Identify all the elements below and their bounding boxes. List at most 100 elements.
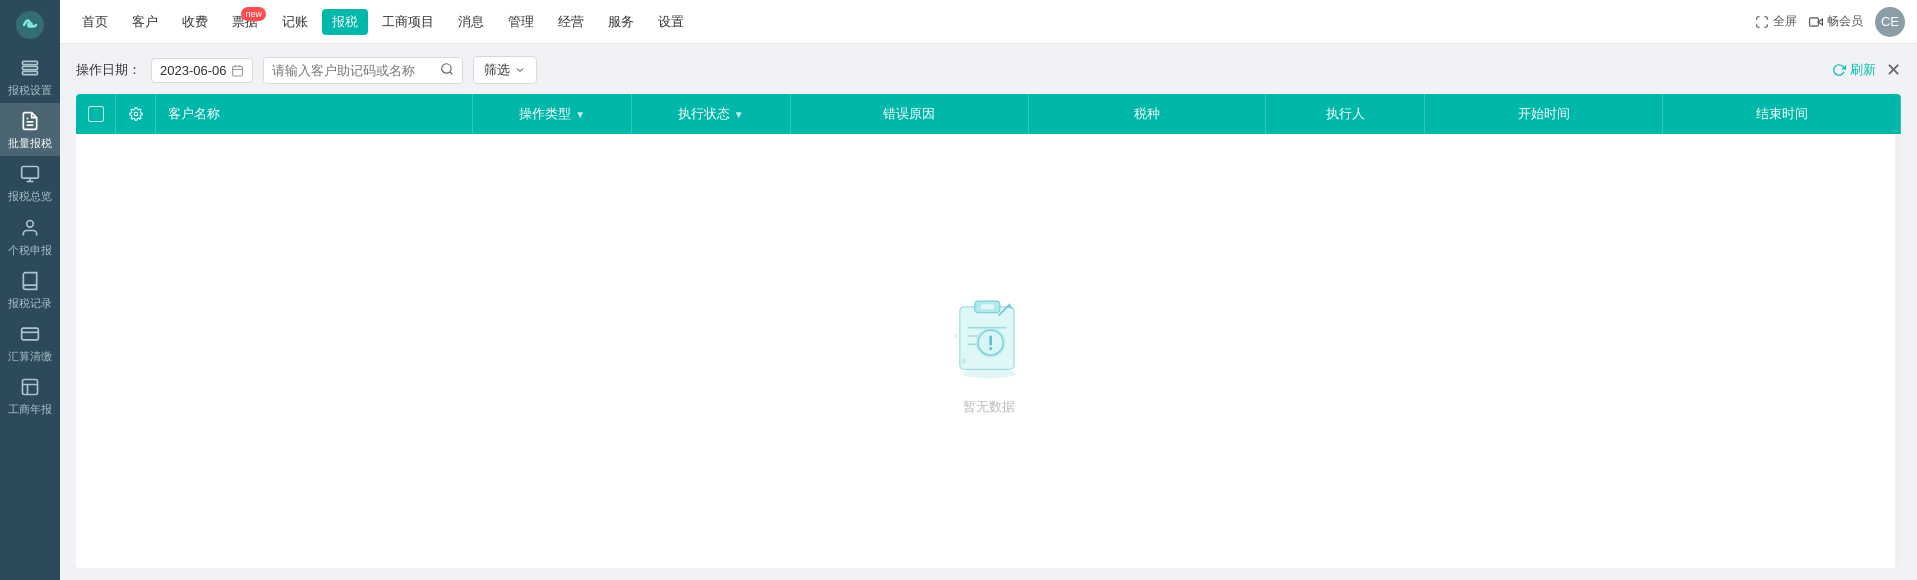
nav-guanli[interactable]: 管理: [498, 9, 544, 35]
sidebar-item-label: 个税申报: [8, 244, 52, 257]
annual-settle-icon: [20, 324, 40, 347]
search-input[interactable]: [264, 59, 432, 82]
fullscreen-icon: [1755, 15, 1769, 29]
th-settings: [116, 94, 156, 134]
date-label: 操作日期：: [76, 61, 141, 79]
svg-rect-11: [22, 328, 39, 340]
svg-rect-3: [23, 66, 38, 69]
empty-state: 暂无数据: [919, 266, 1059, 436]
sidebar-item-label: 汇算清缴: [8, 350, 52, 363]
sidebar-item-gongshang-nianbao[interactable]: 工商年报: [0, 369, 60, 422]
member-label: 畅会员: [1827, 13, 1863, 30]
nav-home[interactable]: 首页: [72, 9, 118, 35]
th-customer: 客户名称: [156, 94, 473, 134]
svg-rect-13: [23, 380, 38, 395]
record-icon: [20, 271, 40, 294]
sidebar-item-baoshui-zonlan[interactable]: 报税总览: [0, 156, 60, 209]
th-exec-status: 执行状态 ▼: [632, 94, 791, 134]
fullscreen-btn[interactable]: 全屏: [1755, 13, 1797, 30]
toolbar: 操作日期： 2023-06-06 筛选: [76, 56, 1901, 84]
search-box: [263, 57, 463, 84]
nav-xiaoxi[interactable]: 消息: [448, 9, 494, 35]
svg-rect-15: [1810, 17, 1819, 25]
nav-piaoju[interactable]: 票据 new: [222, 9, 268, 35]
batch-tax-icon: [20, 111, 40, 134]
nav-items: 首页 客户 收费 票据 new 记账 报税 工商项目 消息 管理 经营 服务 设…: [72, 9, 1755, 35]
overview-icon: [20, 164, 40, 187]
search-icon: [440, 62, 454, 76]
main-area: 首页 客户 收费 票据 new 记账 报税 工商项目 消息 管理 经营 服务 设…: [60, 0, 1917, 580]
nav-shezhi[interactable]: 设置: [648, 9, 694, 35]
sidebar-item-label: 工商年报: [8, 403, 52, 416]
refresh-button[interactable]: 刷新: [1832, 61, 1876, 79]
settings-icon: [20, 58, 40, 81]
sidebar-item-label: 报税设置: [8, 84, 52, 97]
close-button[interactable]: ✕: [1886, 61, 1901, 79]
nav-baoshui[interactable]: 报税: [322, 9, 368, 35]
date-picker[interactable]: 2023-06-06: [151, 58, 253, 83]
avatar[interactable]: CE: [1875, 7, 1905, 37]
person-tax-icon: [20, 218, 40, 241]
app-logo: [0, 0, 60, 50]
th-tax-type: 税种: [1029, 94, 1267, 134]
nav-shoufei[interactable]: 收费: [172, 9, 218, 35]
table-body: 暂无数据: [76, 134, 1901, 568]
topnav-right: 全屏 畅会员 CE: [1755, 7, 1905, 37]
th-error-reason: 错误原因: [791, 94, 1029, 134]
filter-button[interactable]: 筛选: [473, 56, 537, 84]
svg-rect-4: [23, 71, 38, 74]
refresh-label: 刷新: [1850, 61, 1876, 79]
sidebar-item-label: 报税记录: [8, 297, 52, 310]
svg-point-36: [961, 359, 966, 364]
sort-icon: ▼: [734, 109, 744, 120]
nav-fuwu[interactable]: 服务: [598, 9, 644, 35]
annual-report-icon: [20, 377, 40, 400]
column-settings-icon[interactable]: [129, 107, 143, 121]
top-nav: 首页 客户 收费 票据 new 记账 报税 工商项目 消息 管理 经营 服务 设…: [60, 0, 1917, 44]
svg-point-1: [27, 22, 33, 28]
th-op-type: 操作类型 ▼: [473, 94, 632, 134]
svg-marker-14: [1818, 19, 1822, 25]
sidebar-item-baoshui-jilu[interactable]: 报税记录: [0, 263, 60, 316]
svg-rect-26: [980, 304, 993, 309]
svg-point-33: [989, 347, 992, 350]
svg-point-22: [134, 112, 138, 116]
svg-point-20: [441, 63, 450, 72]
data-table: 客户名称 操作类型 ▼ 执行状态 ▼ 错误原因 税种 执行人: [76, 94, 1901, 568]
calendar-icon: [231, 64, 244, 77]
th-executor: 执行人: [1266, 94, 1425, 134]
sidebar-item-huisuan-jiaona[interactable]: 汇算清缴: [0, 316, 60, 369]
svg-rect-7: [22, 167, 39, 179]
search-button[interactable]: [432, 58, 462, 83]
new-badge: new: [241, 7, 266, 22]
date-value: 2023-06-06: [160, 63, 227, 78]
svg-point-37: [953, 334, 957, 338]
th-start-time: 开始时间: [1425, 94, 1663, 134]
fullscreen-label: 全屏: [1773, 13, 1797, 30]
sidebar-item-piliang-baoshui[interactable]: 批量报税: [0, 103, 60, 156]
select-all-checkbox[interactable]: [88, 106, 104, 122]
svg-line-21: [449, 71, 452, 74]
member-btn[interactable]: 畅会员: [1809, 13, 1863, 30]
video-icon: [1809, 15, 1823, 29]
nav-customers[interactable]: 客户: [122, 9, 168, 35]
sort-icon: ▼: [575, 109, 585, 120]
nav-jingying[interactable]: 经营: [548, 9, 594, 35]
chevron-down-icon: [514, 64, 526, 76]
svg-rect-2: [23, 61, 38, 64]
sidebar-item-baoshui-shezhi[interactable]: 报税设置: [0, 50, 60, 103]
scrollbar-track[interactable]: [1895, 134, 1901, 568]
svg-rect-16: [232, 66, 242, 76]
filter-label: 筛选: [484, 61, 510, 79]
th-end-time: 结束时间: [1663, 94, 1901, 134]
sidebar-item-geshuishenb[interactable]: 个税申报: [0, 210, 60, 263]
svg-point-23: [962, 369, 1015, 379]
refresh-icon: [1832, 63, 1846, 77]
table-header: 客户名称 操作类型 ▼ 执行状态 ▼ 错误原因 税种 执行人: [76, 94, 1901, 134]
nav-jizh[interactable]: 记账: [272, 9, 318, 35]
empty-illustration: [939, 286, 1039, 386]
nav-gongshang[interactable]: 工商项目: [372, 9, 444, 35]
sidebar-item-label: 报税总览: [8, 190, 52, 203]
sidebar-item-label: 批量报税: [8, 137, 52, 150]
sidebar: 报税设置 批量报税 报税总览 个税申报: [0, 0, 60, 580]
